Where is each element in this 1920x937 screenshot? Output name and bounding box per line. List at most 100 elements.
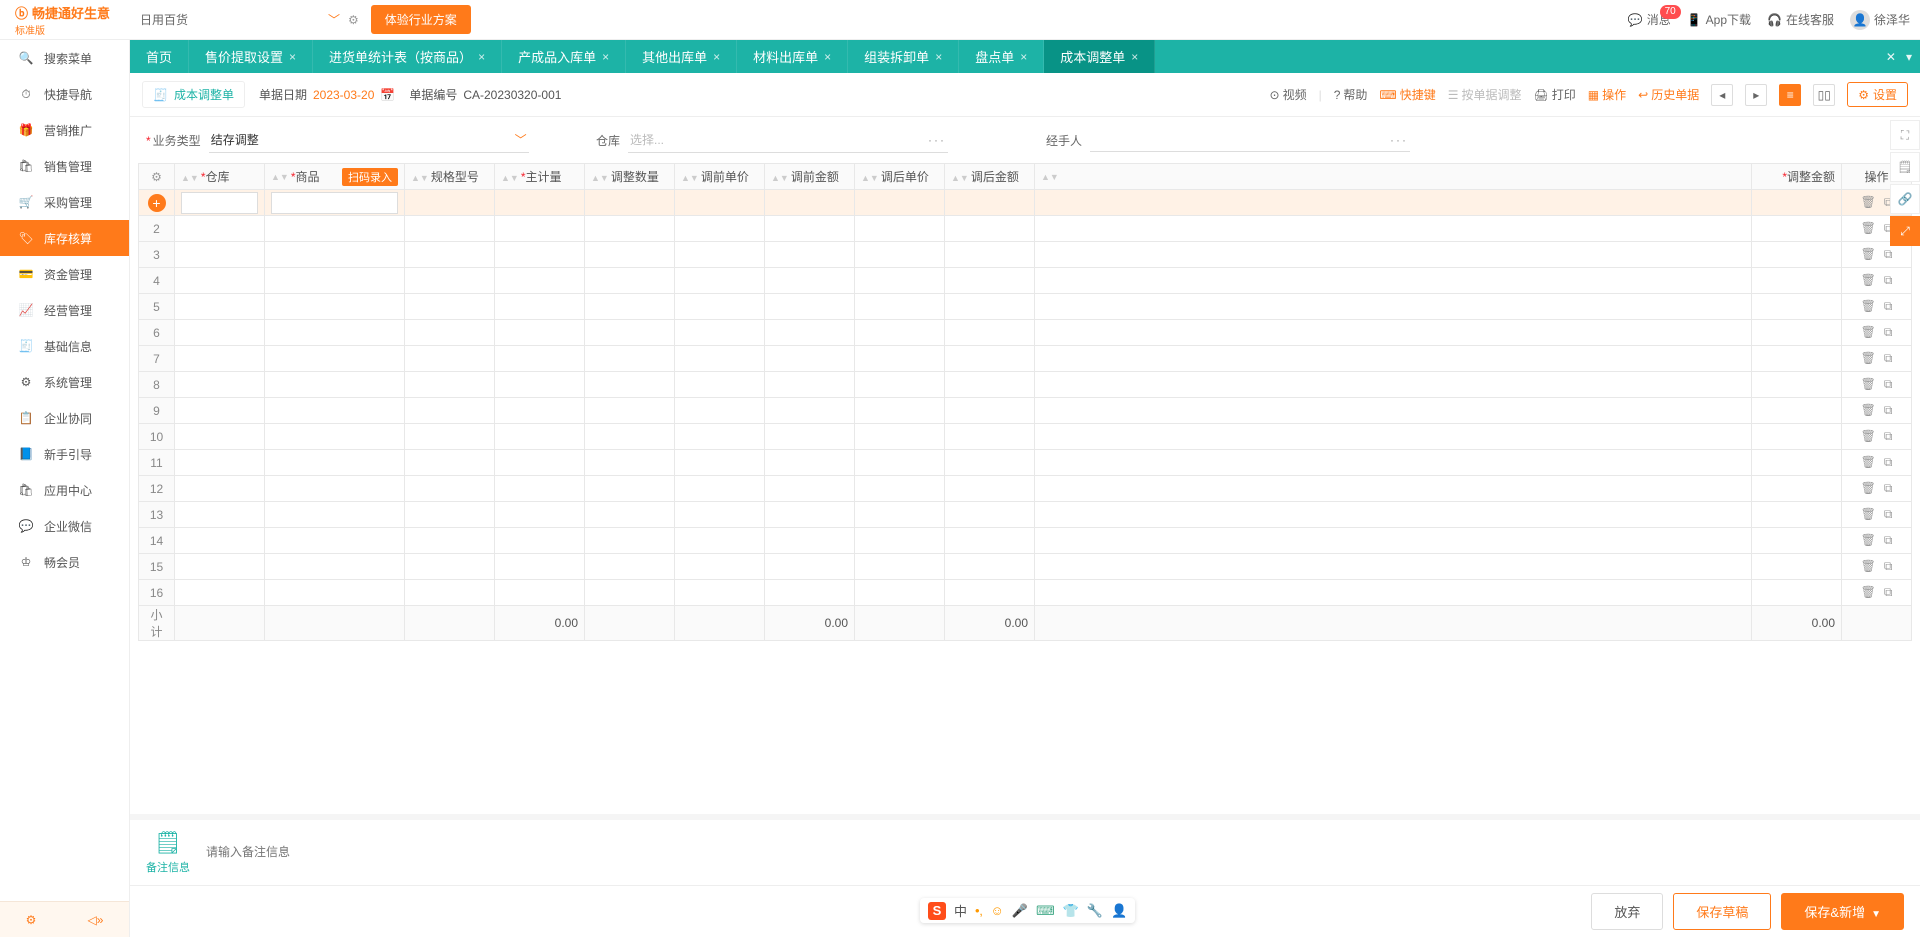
cell-main-qty[interactable] bbox=[495, 372, 585, 398]
copy-icon[interactable]: ⧉ bbox=[1884, 455, 1893, 469]
view-list-button[interactable]: ≡ bbox=[1779, 84, 1801, 106]
ime-dot-icon[interactable]: •‚ bbox=[975, 903, 982, 918]
ime-tool-icon[interactable]: 🔧 bbox=[1087, 903, 1103, 919]
cell-adj-qty[interactable] bbox=[585, 372, 675, 398]
cell-adj-qty[interactable] bbox=[585, 476, 675, 502]
cell-product[interactable] bbox=[265, 346, 405, 372]
cell-pre-amount[interactable] bbox=[765, 502, 855, 528]
cell-product[interactable] bbox=[265, 320, 405, 346]
cell-spec[interactable] bbox=[405, 190, 495, 216]
add-row-button[interactable]: + bbox=[148, 194, 166, 212]
user-menu[interactable]: 👤 徐泽华 bbox=[1850, 10, 1910, 30]
cell-product[interactable] bbox=[265, 190, 405, 216]
table-row[interactable]: 14🗑⧉ bbox=[139, 528, 1912, 554]
cell-pre-amount[interactable] bbox=[765, 580, 855, 606]
close-icon[interactable]: × bbox=[935, 50, 942, 64]
cell-adj-qty[interactable] bbox=[585, 554, 675, 580]
cell-warehouse[interactable] bbox=[175, 190, 265, 216]
online-service-button[interactable]: 🎧 在线客服 bbox=[1767, 11, 1834, 28]
cell-spec[interactable] bbox=[405, 216, 495, 242]
cell-adj-qty[interactable] bbox=[585, 242, 675, 268]
cell-warehouse[interactable] bbox=[175, 554, 265, 580]
tab-3[interactable]: 产成品入库单× bbox=[502, 40, 626, 73]
settings-button[interactable]: ⚙设置 bbox=[1847, 82, 1908, 107]
cell-post-price[interactable] bbox=[855, 554, 945, 580]
cell-spec[interactable] bbox=[405, 268, 495, 294]
cell-post-amount[interactable] bbox=[945, 398, 1035, 424]
cell-post-price[interactable] bbox=[855, 190, 945, 216]
sidebar-item-1[interactable]: ⏱快捷导航 bbox=[0, 76, 129, 112]
cell-main-qty[interactable] bbox=[495, 346, 585, 372]
help-link[interactable]: ?帮助 bbox=[1334, 86, 1368, 103]
cell-post-amount[interactable] bbox=[945, 320, 1035, 346]
cell-adj-qty[interactable] bbox=[585, 268, 675, 294]
col-pre-price[interactable]: ▲▼调前单价 bbox=[675, 164, 765, 190]
close-icon[interactable]: × bbox=[602, 50, 609, 64]
cell-post-amount[interactable] bbox=[945, 450, 1035, 476]
table-row[interactable]: 9🗑⧉ bbox=[139, 398, 1912, 424]
table-row[interactable]: 5🗑⧉ bbox=[139, 294, 1912, 320]
delete-icon[interactable]: 🗑 bbox=[1861, 429, 1876, 443]
discard-button[interactable]: 放弃 bbox=[1591, 893, 1663, 930]
save-draft-button[interactable]: 保存草稿 bbox=[1673, 893, 1771, 930]
product-cell-input[interactable] bbox=[271, 192, 398, 214]
ime-smile-icon[interactable]: ☺ bbox=[990, 903, 1003, 918]
cell-main-qty[interactable] bbox=[495, 554, 585, 580]
date-value[interactable]: 2023-03-20 bbox=[313, 88, 374, 102]
cell-product[interactable] bbox=[265, 424, 405, 450]
cell-adj-amount[interactable] bbox=[1752, 320, 1842, 346]
rail-note-icon[interactable]: 🗒 bbox=[1890, 152, 1920, 182]
cell-pre-price[interactable] bbox=[675, 268, 765, 294]
col-pre-amount[interactable]: ▲▼调前金额 bbox=[765, 164, 855, 190]
cell-product[interactable] bbox=[265, 528, 405, 554]
cell-adj-amount[interactable] bbox=[1752, 450, 1842, 476]
cell-pre-price[interactable] bbox=[675, 528, 765, 554]
cell-post-amount[interactable] bbox=[945, 580, 1035, 606]
delete-icon[interactable]: 🗑 bbox=[1861, 585, 1876, 599]
table-row[interactable]: 4🗑⧉ bbox=[139, 268, 1912, 294]
cell-adj-amount[interactable] bbox=[1752, 554, 1842, 580]
cell-product[interactable] bbox=[265, 502, 405, 528]
delete-icon[interactable]: 🗑 bbox=[1861, 351, 1876, 365]
cell-main-qty[interactable] bbox=[495, 320, 585, 346]
cell-main-qty[interactable] bbox=[495, 398, 585, 424]
cell-spec[interactable] bbox=[405, 580, 495, 606]
table-row[interactable]: 15🗑⧉ bbox=[139, 554, 1912, 580]
cell-warehouse[interactable] bbox=[175, 320, 265, 346]
sidebar-item-2[interactable]: 🎁营销推广 bbox=[0, 112, 129, 148]
col-product[interactable]: ▲▼*商品扫码录入 bbox=[265, 164, 405, 190]
close-icon[interactable]: × bbox=[1020, 50, 1027, 64]
sidebar-item-11[interactable]: 📘新手引导 bbox=[0, 436, 129, 472]
sidebar-item-5[interactable]: 🏷库存核算 bbox=[0, 220, 129, 256]
cell-post-price[interactable] bbox=[855, 372, 945, 398]
cell-main-qty[interactable] bbox=[495, 476, 585, 502]
table-row[interactable]: 11🗑⧉ bbox=[139, 450, 1912, 476]
adjust-by-doc-link[interactable]: ☰按单据调整 bbox=[1448, 86, 1522, 103]
table-row[interactable]: 10🗑⧉ bbox=[139, 424, 1912, 450]
cell-post-price[interactable] bbox=[855, 476, 945, 502]
cell-pre-price[interactable] bbox=[675, 242, 765, 268]
close-icon[interactable]: × bbox=[824, 50, 831, 64]
app-download-button[interactable]: 📱 App下载 bbox=[1687, 11, 1751, 28]
cell-post-amount[interactable] bbox=[945, 372, 1035, 398]
cell-post-amount[interactable] bbox=[945, 502, 1035, 528]
cell-product[interactable] bbox=[265, 268, 405, 294]
cell-adj-amount[interactable] bbox=[1752, 424, 1842, 450]
cell-post-price[interactable] bbox=[855, 450, 945, 476]
cell-adj-qty[interactable] bbox=[585, 294, 675, 320]
cell-main-qty[interactable] bbox=[495, 528, 585, 554]
cell-spec[interactable] bbox=[405, 424, 495, 450]
delete-icon[interactable]: 🗑 bbox=[1861, 507, 1876, 521]
save-new-button[interactable]: 保存&新增▼ bbox=[1781, 893, 1904, 930]
sidebar-item-9[interactable]: ⚙系统管理 bbox=[0, 364, 129, 400]
cell-spec[interactable] bbox=[405, 294, 495, 320]
cell-pre-amount[interactable] bbox=[765, 320, 855, 346]
cell-product[interactable] bbox=[265, 398, 405, 424]
cell-pre-price[interactable] bbox=[675, 450, 765, 476]
cell-post-amount[interactable] bbox=[945, 528, 1035, 554]
view-grid-button[interactable]: ▯▯ bbox=[1813, 84, 1835, 106]
cell-post-price[interactable] bbox=[855, 216, 945, 242]
cell-adj-amount[interactable] bbox=[1752, 242, 1842, 268]
close-icon[interactable]: × bbox=[713, 50, 720, 64]
cell-post-amount[interactable] bbox=[945, 242, 1035, 268]
